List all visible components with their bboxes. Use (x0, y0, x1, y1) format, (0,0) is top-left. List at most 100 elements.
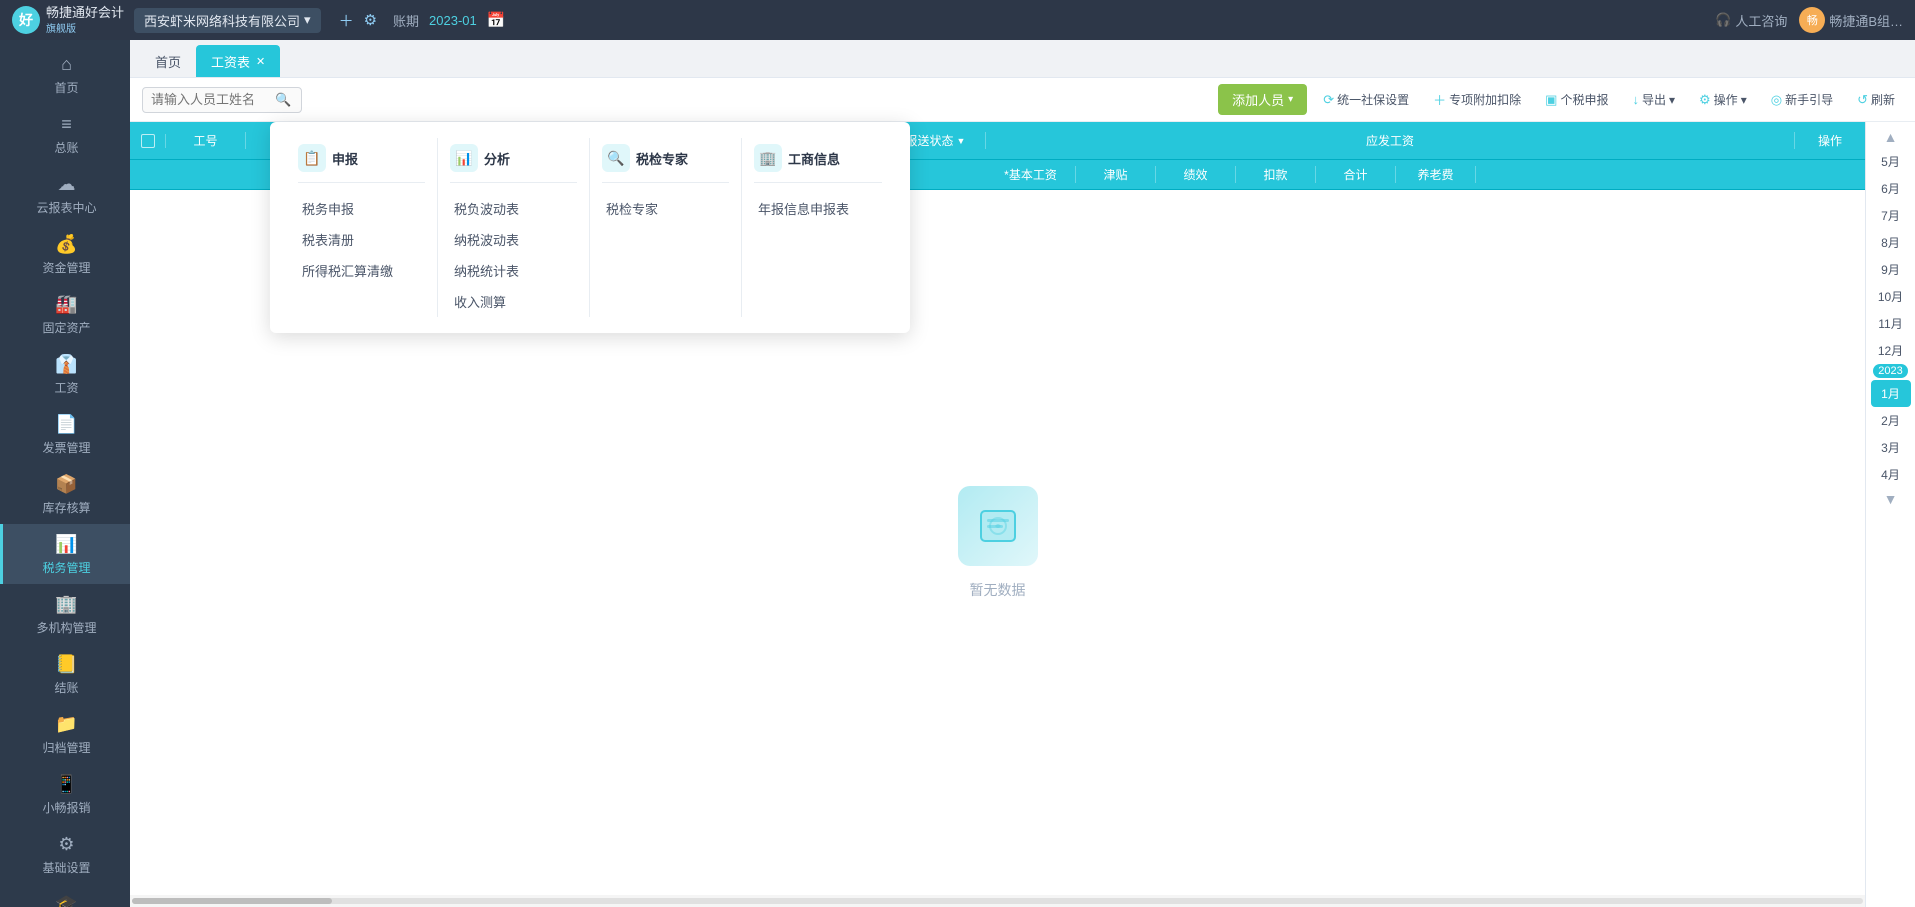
sidebar-item-label: 发票管理 (42, 439, 90, 456)
sidebar-item-fixed-assets[interactable]: 🏭 固定资产 (0, 284, 130, 344)
menu-annual-report[interactable]: 年报信息申报表 (754, 193, 882, 224)
operation-button[interactable]: ⚙ 操作 ▾ (1691, 87, 1755, 112)
cal-month-7[interactable]: 7月 (1871, 202, 1911, 229)
search-input[interactable] (151, 92, 271, 107)
sidebar-item-multi-org[interactable]: 🏢 多机构管理 (0, 584, 130, 644)
section-declaration-title: 申报 (332, 149, 358, 168)
calendar-icon[interactable]: 📅 (487, 11, 506, 29)
cal-month-3[interactable]: 3月 (1871, 434, 1911, 461)
cal-month-2[interactable]: 2月 (1871, 407, 1911, 434)
cal-month-1[interactable]: 1月 (1871, 380, 1911, 407)
cal-month-8[interactable]: 8月 (1871, 229, 1911, 256)
sidebar-item-label: 归档管理 (42, 739, 90, 756)
th-op: 操作 (1795, 132, 1865, 149)
multi-org-icon: 🏢 (55, 594, 77, 615)
close-accounts-icon: 📒 (55, 654, 77, 675)
user-info[interactable]: 畅 畅捷通B组… (1799, 7, 1903, 33)
sidebar-item-tax[interactable]: 📊 税务管理 (0, 524, 130, 584)
cal-month-6[interactable]: 6月 (1871, 175, 1911, 202)
sidebar-item-label: 总账 (54, 139, 78, 156)
add-person-button[interactable]: 添加人员 ▾ (1218, 84, 1307, 115)
sidebar-item-fund[interactable]: 💰 资金管理 (0, 224, 130, 284)
sidebar-item-label: 固定资产 (42, 319, 90, 336)
sidebar-item-home[interactable]: ⌂ 首页 (0, 44, 130, 104)
cal-month-12[interactable]: 12月 (1871, 337, 1911, 364)
gear-icon: ⚙ (1699, 92, 1711, 108)
cal-month-9[interactable]: 9月 (1871, 256, 1911, 283)
customer-service[interactable]: 🎧 人工咨询 (1715, 11, 1787, 30)
avatar: 畅 (1799, 7, 1825, 33)
sidebar-item-archive[interactable]: 📁 归档管理 (0, 704, 130, 764)
cal-month-11[interactable]: 11月 (1871, 310, 1911, 337)
sidebar: ⌂ 首页 ≡ 总账 ☁ 云报表中心 💰 资金管理 🏭 固定资产 👔 工资 📄 发… (0, 40, 130, 907)
social-insurance-button[interactable]: ⟳ 统一社保设置 (1315, 87, 1417, 112)
assets-icon: 🏭 (55, 294, 77, 315)
settings-icon[interactable]: ⚙ (364, 11, 377, 29)
th-checkbox[interactable] (130, 134, 166, 148)
close-icon[interactable]: ✕ (256, 55, 265, 68)
select-all-checkbox[interactable] (141, 134, 155, 148)
export-label: 导出 (1642, 91, 1666, 108)
logo-text: 畅捷通好会计 (46, 5, 124, 21)
chevron-down-icon2: ▾ (1741, 93, 1747, 107)
cal-nav-up[interactable]: ▲ (1884, 126, 1898, 148)
menu-tax-filing[interactable]: 税务申报 (298, 193, 425, 224)
sidebar-item-guide[interactable]: 🎓 新手引导 (0, 884, 130, 907)
chevron-down-icon: ▾ (304, 12, 311, 28)
cal-month-4[interactable]: 4月 (1871, 461, 1911, 488)
cal-month-10[interactable]: 10月 (1871, 283, 1911, 310)
sidebar-item-label: 云报表中心 (36, 199, 96, 216)
sidebar-item-salary[interactable]: 👔 工资 (0, 344, 130, 404)
th-allowance: 津贴 (1076, 166, 1156, 183)
salary-icon: 👔 (55, 354, 77, 375)
tab-salary-label: 工资表 (211, 52, 250, 71)
period-value[interactable]: 2023-01 (429, 13, 477, 28)
section-tax-expert: 🔍 税检专家 税检专家 (590, 138, 742, 317)
special-deduction-button[interactable]: ＋ 专项附加扣除 (1425, 86, 1529, 113)
sidebar-item-inventory[interactable]: 📦 库存核算 (0, 464, 130, 524)
menu-tax-table[interactable]: 税表清册 (298, 224, 425, 255)
menu-tax-stats[interactable]: 纳税统计表 (450, 255, 577, 286)
settings-icon: ⚙ (58, 834, 74, 855)
company-select[interactable]: 西安虾米网络科技有限公司 ▾ (134, 8, 321, 33)
tab-home-label: 首页 (155, 52, 181, 71)
cal-nav-down[interactable]: ▼ (1884, 488, 1898, 510)
sidebar-item-close-accounts[interactable]: 📒 结账 (0, 644, 130, 704)
cal-month-5[interactable]: 5月 (1871, 148, 1911, 175)
scrollbar-thumb[interactable] (132, 898, 332, 904)
sidebar-item-label: 多机构管理 (36, 619, 96, 636)
top-bar-icons: ＋ ⚙ (339, 10, 377, 31)
menu-income-forecast[interactable]: 收入测算 (450, 286, 577, 317)
sidebar-item-label: 首页 (54, 79, 78, 96)
section-business-header: 🏢 工商信息 (754, 138, 882, 183)
guide-button[interactable]: ◎ 新手引导 (1763, 87, 1841, 112)
logo-sub: 旗舰版 (46, 20, 124, 35)
invoice-icon: 📄 (55, 414, 77, 435)
section-analysis: 📊 分析 税负波动表 纳税波动表 纳税统计表 收入测算 (438, 138, 590, 317)
th-deduct: 扣款 (1236, 166, 1316, 183)
sidebar-item-settings[interactable]: ⚙ 基础设置 (0, 824, 130, 884)
cal-year-label: 2023 (1873, 364, 1907, 378)
search-icon: 🔍 (275, 92, 291, 108)
sidebar-item-label: 税务管理 (42, 559, 90, 576)
add-icon[interactable]: ＋ (339, 10, 354, 31)
tab-home[interactable]: 首页 (140, 45, 196, 77)
sidebar-item-ledger[interactable]: ≡ 总账 (0, 104, 130, 164)
fund-icon: 💰 (55, 234, 77, 255)
scrollbar[interactable] (130, 895, 1865, 907)
sidebar-item-expense[interactable]: 📱 小畅报销 (0, 764, 130, 824)
menu-tax-expert[interactable]: 税检专家 (602, 193, 729, 224)
sidebar-item-label: 结账 (54, 679, 78, 696)
menu-tax-burden[interactable]: 税负波动表 (450, 193, 577, 224)
tab-salary[interactable]: 工资表 ✕ (196, 45, 280, 77)
sidebar-item-invoice[interactable]: 📄 发票管理 (0, 404, 130, 464)
operation-label: 操作 (1714, 91, 1738, 108)
headset-icon: 🎧 (1715, 12, 1731, 28)
menu-tax-payment[interactable]: 纳税波动表 (450, 224, 577, 255)
refresh-button[interactable]: ↺ 刷新 (1849, 87, 1903, 112)
sidebar-item-cloud-report[interactable]: ☁ 云报表中心 (0, 164, 130, 224)
export-button[interactable]: ↓ 导出 ▾ (1624, 87, 1683, 112)
menu-income-tax-settlement[interactable]: 所得税汇算清缴 (298, 255, 425, 286)
section-business-title: 工商信息 (788, 149, 840, 168)
tax-filing-button[interactable]: ▣ 个税申报 (1537, 87, 1616, 112)
